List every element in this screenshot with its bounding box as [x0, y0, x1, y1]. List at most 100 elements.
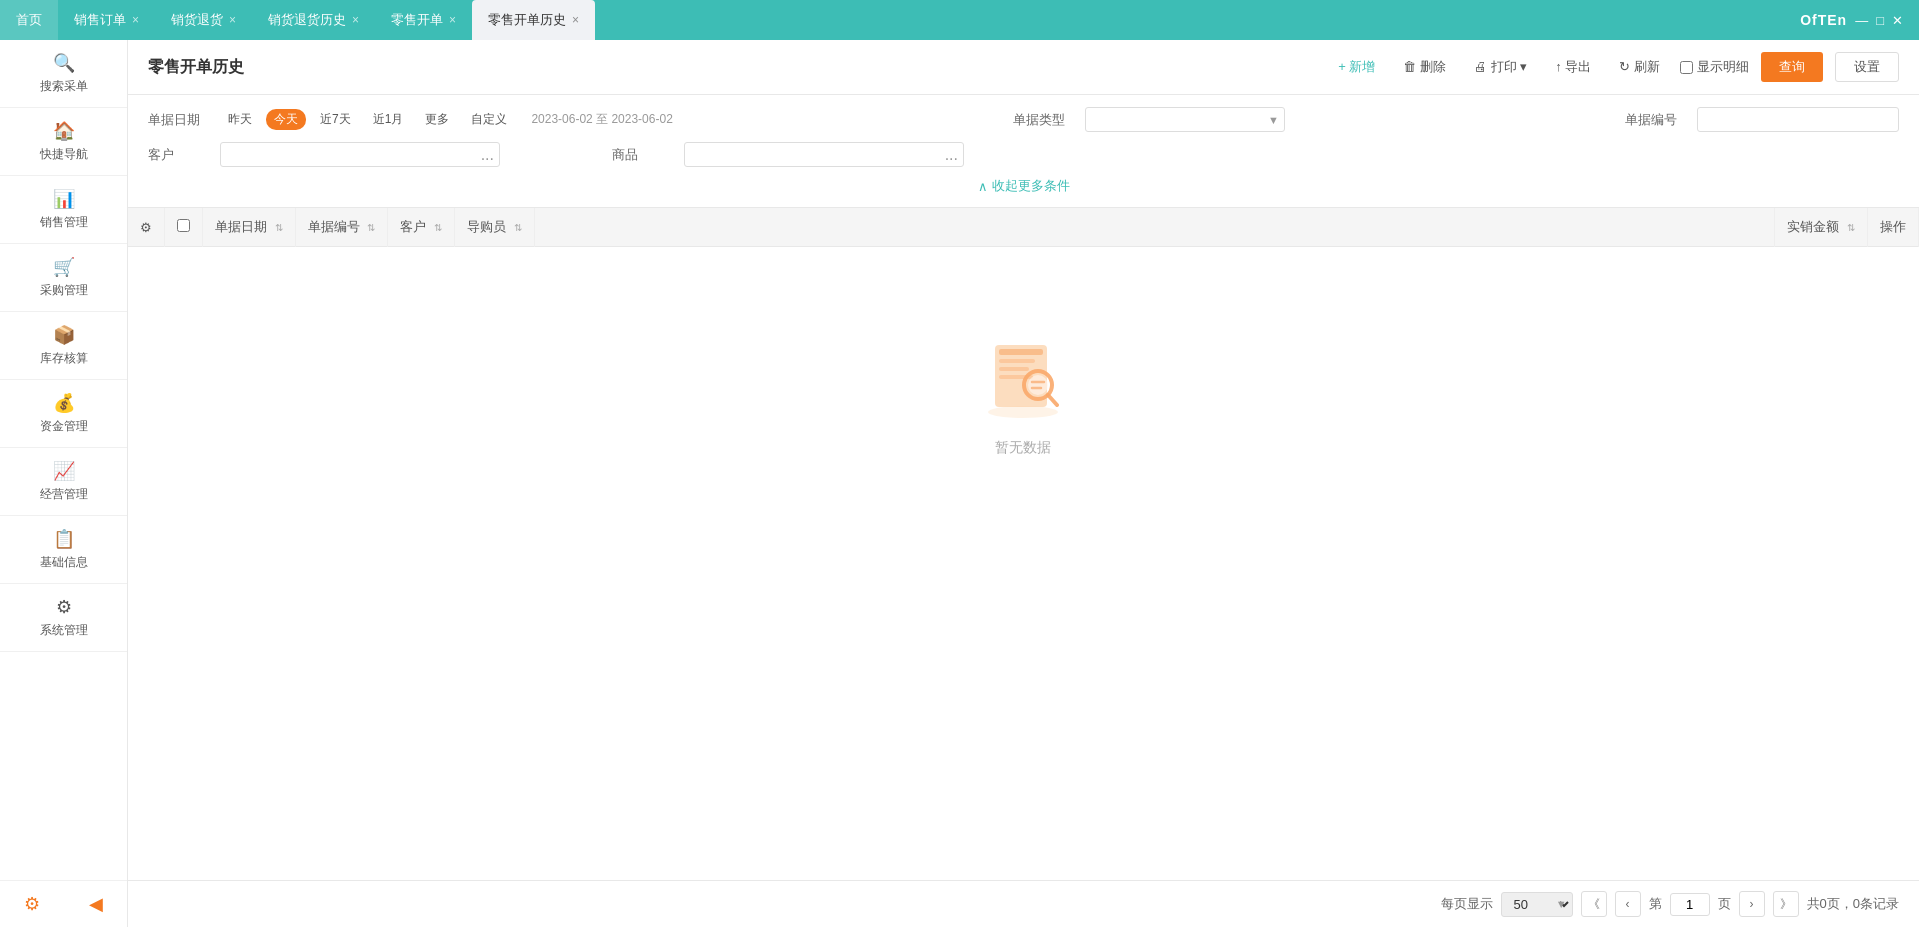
- tab-return-close[interactable]: ×: [229, 13, 236, 27]
- sidebar-item-search-label: 搜索采单: [40, 78, 88, 95]
- tab-retail-label: 零售开单: [391, 11, 443, 29]
- sidebar-item-finance[interactable]: 💰 资金管理: [0, 380, 127, 448]
- svg-point-0: [988, 406, 1058, 418]
- col-number-sort: ⇅: [367, 222, 375, 233]
- tab-return-history-label: 销货退货历史: [268, 11, 346, 29]
- table-body: 暂无数据: [128, 247, 1919, 498]
- sidebar-settings-icon[interactable]: ⚙: [24, 893, 40, 915]
- window-close[interactable]: ✕: [1892, 13, 1903, 28]
- col-number[interactable]: 单据编号 ⇅: [295, 208, 388, 247]
- col-date-sort: ⇅: [275, 222, 283, 233]
- tab-retail-history[interactable]: 零售开单历史 ×: [472, 0, 595, 40]
- system-icon: ⚙: [56, 596, 72, 618]
- add-button[interactable]: + 新增: [1330, 54, 1383, 80]
- customer-input-wrap: ...: [220, 142, 500, 167]
- type-filter-label: 单据类型: [1013, 111, 1069, 129]
- sidebar-item-inventory[interactable]: 📦 库存核算: [0, 312, 127, 380]
- date-opt-1month[interactable]: 近1月: [365, 109, 412, 130]
- last-page-button[interactable]: 》: [1773, 891, 1799, 917]
- sidebar-item-search[interactable]: 🔍 搜索采单: [0, 40, 127, 108]
- tab-retail-history-close[interactable]: ×: [572, 13, 579, 27]
- col-number-label: 单据编号: [308, 219, 360, 234]
- col-action: 操作: [1868, 208, 1919, 247]
- tab-retail[interactable]: 零售开单 ×: [375, 0, 472, 40]
- filter-panel: 单据日期 昨天 今天 近7天 近1月 更多 自定义 2023-06-02 至 2…: [128, 95, 1919, 208]
- sidebar: 🔍 搜索采单 🏠 快捷导航 📊 销售管理 🛒 采购管理 📦 库存核算 💰 资金管…: [0, 40, 128, 927]
- empty-illustration: [973, 327, 1073, 427]
- date-opt-7days[interactable]: 近7天: [312, 109, 359, 130]
- sidebar-collapse-icon[interactable]: ◀: [89, 893, 103, 915]
- tab-return-history[interactable]: 销货退货历史 ×: [252, 0, 375, 40]
- goods-input[interactable]: [684, 142, 964, 167]
- tab-sales-order-close[interactable]: ×: [132, 13, 139, 27]
- sidebar-item-system-label: 系统管理: [40, 622, 88, 639]
- col-salesperson[interactable]: 导购员 ⇅: [454, 208, 534, 247]
- sales-icon: 📊: [53, 188, 75, 210]
- sidebar-item-sales[interactable]: 📊 销售管理: [0, 176, 127, 244]
- goods-dots-icon[interactable]: ...: [945, 146, 958, 164]
- sidebar-item-basic-info[interactable]: 📋 基础信息: [0, 516, 127, 584]
- current-page-input[interactable]: [1670, 893, 1710, 916]
- goods-input-wrap: ...: [684, 142, 964, 167]
- basic-info-icon: 📋: [53, 528, 75, 550]
- delete-button[interactable]: 🗑 删除: [1395, 54, 1454, 80]
- sidebar-item-purchase[interactable]: 🛒 采购管理: [0, 244, 127, 312]
- tab-return[interactable]: 销货退货 ×: [155, 0, 252, 40]
- refresh-button[interactable]: ↻ 刷新: [1611, 54, 1668, 80]
- window-maximize[interactable]: □: [1876, 13, 1884, 28]
- sidebar-item-operations[interactable]: 📈 经营管理: [0, 448, 127, 516]
- col-salesperson-sort: ⇅: [514, 222, 522, 233]
- tab-retail-close[interactable]: ×: [449, 13, 456, 27]
- customer-dots-icon[interactable]: ...: [481, 146, 494, 164]
- first-page-button[interactable]: 《: [1581, 891, 1607, 917]
- page-suffix: 页: [1718, 895, 1731, 913]
- empty-text: 暂无数据: [995, 439, 1051, 457]
- settings-button[interactable]: 设置: [1835, 52, 1899, 82]
- tab-sales-order[interactable]: 销售订单 ×: [58, 0, 155, 40]
- sidebar-item-system[interactable]: ⚙ 系统管理: [0, 584, 127, 652]
- pagination-bar: 每页显示 50 10 20 100 ▼ 《 ‹ 第 页 › 》 共0页，0条记录: [128, 880, 1919, 927]
- sidebar-item-purchase-label: 采购管理: [40, 282, 88, 299]
- next-page-button[interactable]: ›: [1739, 891, 1765, 917]
- window-minimize[interactable]: —: [1855, 13, 1868, 28]
- table-area: ⚙ 单据日期 ⇅ 单据编号 ⇅ 客户: [128, 208, 1919, 880]
- display-detail-checkbox-wrap[interactable]: 显示明细: [1680, 58, 1749, 76]
- col-check[interactable]: [165, 208, 203, 247]
- date-opt-more[interactable]: 更多: [417, 109, 457, 130]
- goods-filter-label: 商品: [612, 146, 668, 164]
- display-detail-checkbox[interactable]: [1680, 61, 1693, 74]
- collapse-button[interactable]: ∧ 收起更多条件: [148, 177, 1899, 195]
- date-opt-today[interactable]: 今天: [266, 109, 306, 130]
- sidebar-bottom: ⚙ ◀: [0, 880, 127, 927]
- sidebar-item-finance-label: 资金管理: [40, 418, 88, 435]
- prev-page-button[interactable]: ‹: [1615, 891, 1641, 917]
- col-salesperson-label: 导购员: [467, 219, 506, 234]
- select-all-checkbox[interactable]: [177, 219, 190, 232]
- customer-input[interactable]: [220, 142, 500, 167]
- export-button[interactable]: ↑ 导出: [1547, 54, 1599, 80]
- content-area: 零售开单历史 + 新增 🗑 删除 🖨 打印 ▾ ↑ 导出 ↻ 刷新 显示明细 查…: [128, 40, 1919, 927]
- type-select[interactable]: [1085, 107, 1285, 132]
- sidebar-item-operations-label: 经营管理: [40, 486, 88, 503]
- tab-return-history-close[interactable]: ×: [352, 13, 359, 27]
- date-filter-label: 单据日期: [148, 111, 204, 129]
- tab-home[interactable]: 首页: [0, 0, 58, 40]
- col-action-label: 操作: [1880, 219, 1906, 234]
- col-date[interactable]: 单据日期 ⇅: [203, 208, 296, 247]
- inventory-icon: 📦: [53, 324, 75, 346]
- print-button[interactable]: 🖨 打印 ▾: [1466, 54, 1535, 80]
- col-amount[interactable]: 实销金额 ⇅: [1775, 208, 1868, 247]
- date-options: 昨天 今天 近7天 近1月 更多 自定义: [220, 109, 515, 130]
- per-page-select[interactable]: 50 10 20 100: [1501, 892, 1573, 917]
- col-customer[interactable]: 客户 ⇅: [388, 208, 455, 247]
- table-header: ⚙ 单据日期 ⇅ 单据编号 ⇅ 客户: [128, 208, 1919, 247]
- number-input[interactable]: [1697, 107, 1899, 132]
- number-filter-label: 单据编号: [1625, 111, 1681, 129]
- col-amount-label: 实销金额: [1787, 219, 1839, 234]
- date-opt-yesterday[interactable]: 昨天: [220, 109, 260, 130]
- col-settings[interactable]: ⚙: [128, 208, 165, 247]
- date-opt-custom[interactable]: 自定义: [463, 109, 515, 130]
- query-button[interactable]: 查询: [1761, 52, 1823, 82]
- sidebar-item-nav[interactable]: 🏠 快捷导航: [0, 108, 127, 176]
- svg-rect-3: [999, 359, 1035, 363]
